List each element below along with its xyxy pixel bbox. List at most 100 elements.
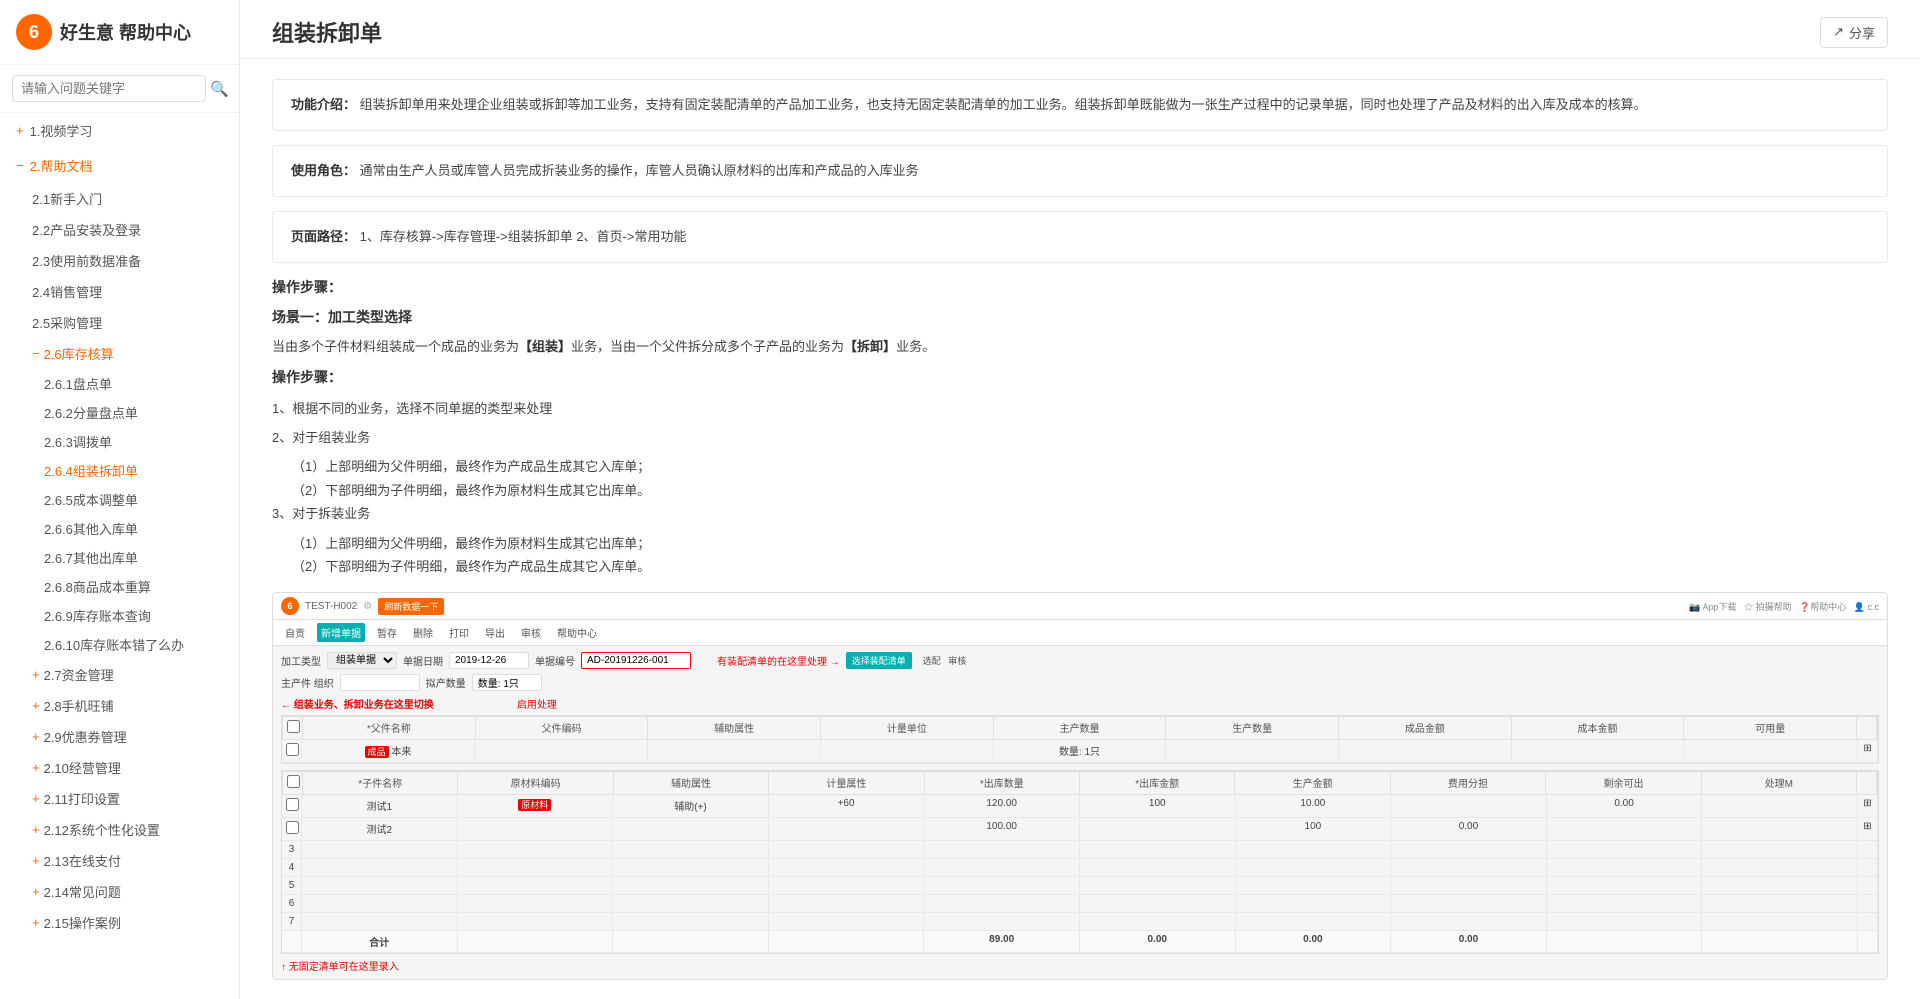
mock-nav-home[interactable]: 自贡 xyxy=(281,623,309,642)
mock-btd5-c3 xyxy=(613,877,769,894)
mock-btd4-c8 xyxy=(1391,859,1547,876)
sidebar-item-faq[interactable]: + 2.14常见问题 xyxy=(0,876,239,907)
intro-block: 功能介绍： 组装拆卸单用来处理企业组装或拆卸等加工业务，支持有固定装配清单的产品… xyxy=(272,79,1888,131)
sidebar-item-operation-label: 2.10经营管理 xyxy=(44,758,121,777)
mock-btd7-c2 xyxy=(458,913,614,930)
mock-nav-save[interactable]: 暂存 xyxy=(373,623,401,642)
mock-qty-input[interactable] xyxy=(472,674,542,691)
mock-form: 加工类型 组装单据 拆卸单据 单据日期 单据编号 有装配清单的在这里处理 → 选… xyxy=(273,646,1887,979)
sidebar-item-data-prep[interactable]: 2.3使用前数据准备 xyxy=(0,245,239,276)
mock-btd7-c5 xyxy=(924,913,1080,930)
sidebar-item-video[interactable]: + 1.视频学习 xyxy=(0,113,239,148)
sidebar-item-other-in[interactable]: 2.6.6其他入库单 xyxy=(0,514,239,543)
sidebar-item-print[interactable]: + 2.11打印设置 xyxy=(0,783,239,814)
mock-th-prod-qty: 生产数量 xyxy=(1166,717,1339,739)
mock-date-input[interactable] xyxy=(449,652,529,669)
mock-btd5-c10 xyxy=(1702,877,1858,894)
mock-btd5-num: 5 xyxy=(282,877,302,894)
mock-bottom-row2: 测试2 100.00 100 0.00 ⊞ xyxy=(282,818,1878,841)
mock-btd7-c4 xyxy=(769,913,925,930)
annotation-bom: 有装配清单的在这里处理 → xyxy=(717,653,840,668)
mock-bth-unit: 计量属性 xyxy=(769,772,924,794)
sidebar-item-capital-label: 2.7资金管理 xyxy=(44,665,114,684)
mock-btd5-c1 xyxy=(302,877,458,894)
plus-icon: + xyxy=(16,123,24,138)
step3-sub2: （2）下部明细为子件明细，最终作为产成品生成其它入库单。 xyxy=(292,555,1888,578)
sidebar-item-help-docs[interactable]: − 2.帮助文档 xyxy=(0,148,239,183)
mock-nav-new[interactable]: 新增单据 xyxy=(317,623,365,642)
mock-btd5-c7 xyxy=(1236,877,1392,894)
sidebar-item-print-label: 2.11打印设置 xyxy=(44,789,120,808)
mock-th-check[interactable] xyxy=(287,720,300,733)
share-button[interactable]: ↗ 分享 xyxy=(1820,17,1888,48)
sidebar-item-ledger[interactable]: 2.6.9库存账本查询 xyxy=(0,601,239,630)
mock-brow2-check[interactable] xyxy=(286,821,299,834)
sidebar-item-customize-label: 2.12系统个性化设置 xyxy=(44,820,160,839)
sidebar-item-newbie[interactable]: 2.1新手入门 xyxy=(0,183,239,214)
search-input[interactable] xyxy=(12,75,206,102)
sidebar-item-assembly[interactable]: 2.6.4组装拆卸单 xyxy=(0,456,239,485)
sidebar-item-division[interactable]: 2.6.2分量盘点单 xyxy=(0,398,239,427)
mock-btd3-action xyxy=(1858,841,1878,858)
sidebar-item-install[interactable]: 2.2产品安装及登录 xyxy=(0,214,239,245)
mock-row-check[interactable] xyxy=(286,743,299,756)
mock-nav-review[interactable]: 审核 xyxy=(517,623,545,642)
mock-bth-check-input[interactable] xyxy=(287,775,300,788)
mock-btd3-c10 xyxy=(1702,841,1858,858)
sidebar: 6 好生意 帮助中心 🔍 + 1.视频学习 − 2.帮助文档 2.1新手入门 2… xyxy=(0,0,240,999)
sidebar-item-online-pay[interactable]: + 2.13在线支付 xyxy=(0,845,239,876)
mock-nav-help[interactable]: 帮助中心 xyxy=(553,623,601,642)
sidebar-item-stocktake[interactable]: 2.6.1盘点单 xyxy=(0,369,239,398)
mock-btd2-proc xyxy=(1702,818,1858,840)
mock-type-select[interactable]: 组装单据 拆卸单据 xyxy=(327,652,397,669)
mock-btd5-c4 xyxy=(769,877,925,894)
mock-th-main-qty: 主产数量 xyxy=(994,717,1167,739)
mock-td-attr xyxy=(648,740,821,762)
mock-select-bom-btn[interactable]: 选择装配清单 xyxy=(846,652,912,669)
sidebar-item-sales[interactable]: 2.4销售管理 xyxy=(0,276,239,307)
mock-bth-check xyxy=(283,772,303,794)
sidebar-item-cases[interactable]: + 2.15操作案例 xyxy=(0,907,239,938)
mock-bth-action xyxy=(1857,772,1877,794)
annotation-no-bom: ↑ 无固定清单可在这里录入 xyxy=(281,958,1879,973)
mock-th-avail: 可用量 xyxy=(1684,717,1857,739)
mock-btd4-c6 xyxy=(1080,859,1236,876)
mock-brow1-check[interactable] xyxy=(286,798,299,811)
mock-btd6-c2 xyxy=(458,895,614,912)
sidebar-item-cost-calc[interactable]: 2.6.8商品成本重算 xyxy=(0,572,239,601)
sidebar-item-transfer[interactable]: 2.6.3调拨单 xyxy=(0,427,239,456)
mock-btd5-c8 xyxy=(1391,877,1547,894)
sidebar-item-help-docs-label: 2.帮助文档 xyxy=(30,156,93,175)
mock-btd3-check: 3 xyxy=(282,841,302,858)
sidebar-item-mobile[interactable]: + 2.8手机旺铺 xyxy=(0,690,239,721)
mock-nav-print[interactable]: 打印 xyxy=(445,623,473,642)
mock-btd7-num: 7 xyxy=(282,913,302,930)
sidebar-item-other-out[interactable]: 2.6.7其他出库单 xyxy=(0,543,239,572)
minus-icon: − xyxy=(16,158,24,173)
mock-btd7-c8 xyxy=(1391,913,1547,930)
mock-footer-c3 xyxy=(613,931,769,952)
mock-refresh-btn[interactable]: 刷新数据一下 xyxy=(378,598,444,615)
mock-org-input[interactable] xyxy=(340,674,420,691)
ops-steps-title: 操作步骤： xyxy=(272,367,1888,387)
mock-nav-delete[interactable]: 删除 xyxy=(409,623,437,642)
mock-nav-export[interactable]: 导出 xyxy=(481,623,509,642)
mock-btd2-action: ⊞ xyxy=(1858,818,1878,840)
search-icon[interactable]: 🔍 xyxy=(210,80,229,98)
mock-bth-out-amt: *出库金额 xyxy=(1080,772,1235,794)
sidebar-item-coupon[interactable]: + 2.9优惠券管理 xyxy=(0,721,239,752)
intro-label: 功能介绍： xyxy=(291,97,356,112)
path-block: 页面路径： 1、库存核算->库存管理->组装拆卸单 2、首页->常用功能 xyxy=(272,211,1888,263)
mock-btd3-c2 xyxy=(458,841,614,858)
sidebar-item-customize[interactable]: + 2.12系统个性化设置 xyxy=(0,814,239,845)
sidebar-item-operation[interactable]: + 2.10经营管理 xyxy=(0,752,239,783)
sidebar-item-capital[interactable]: + 2.7资金管理 xyxy=(0,659,239,690)
mock-no-input[interactable] xyxy=(581,652,691,669)
step2-text: 2、对于组装业务 xyxy=(272,426,1888,449)
mock-nav: 自贡 新增单据 暂存 删除 打印 导出 审核 帮助中心 xyxy=(273,620,1887,646)
mock-btd4-c5 xyxy=(924,859,1080,876)
sidebar-item-error[interactable]: 2.6.10库存账本错了么办 xyxy=(0,630,239,659)
sidebar-item-inventory[interactable]: − 2.6库存核算 xyxy=(0,338,239,369)
sidebar-item-purchase[interactable]: 2.5采购管理 xyxy=(0,307,239,338)
sidebar-item-cost[interactable]: 2.6.5成本调整单 xyxy=(0,485,239,514)
